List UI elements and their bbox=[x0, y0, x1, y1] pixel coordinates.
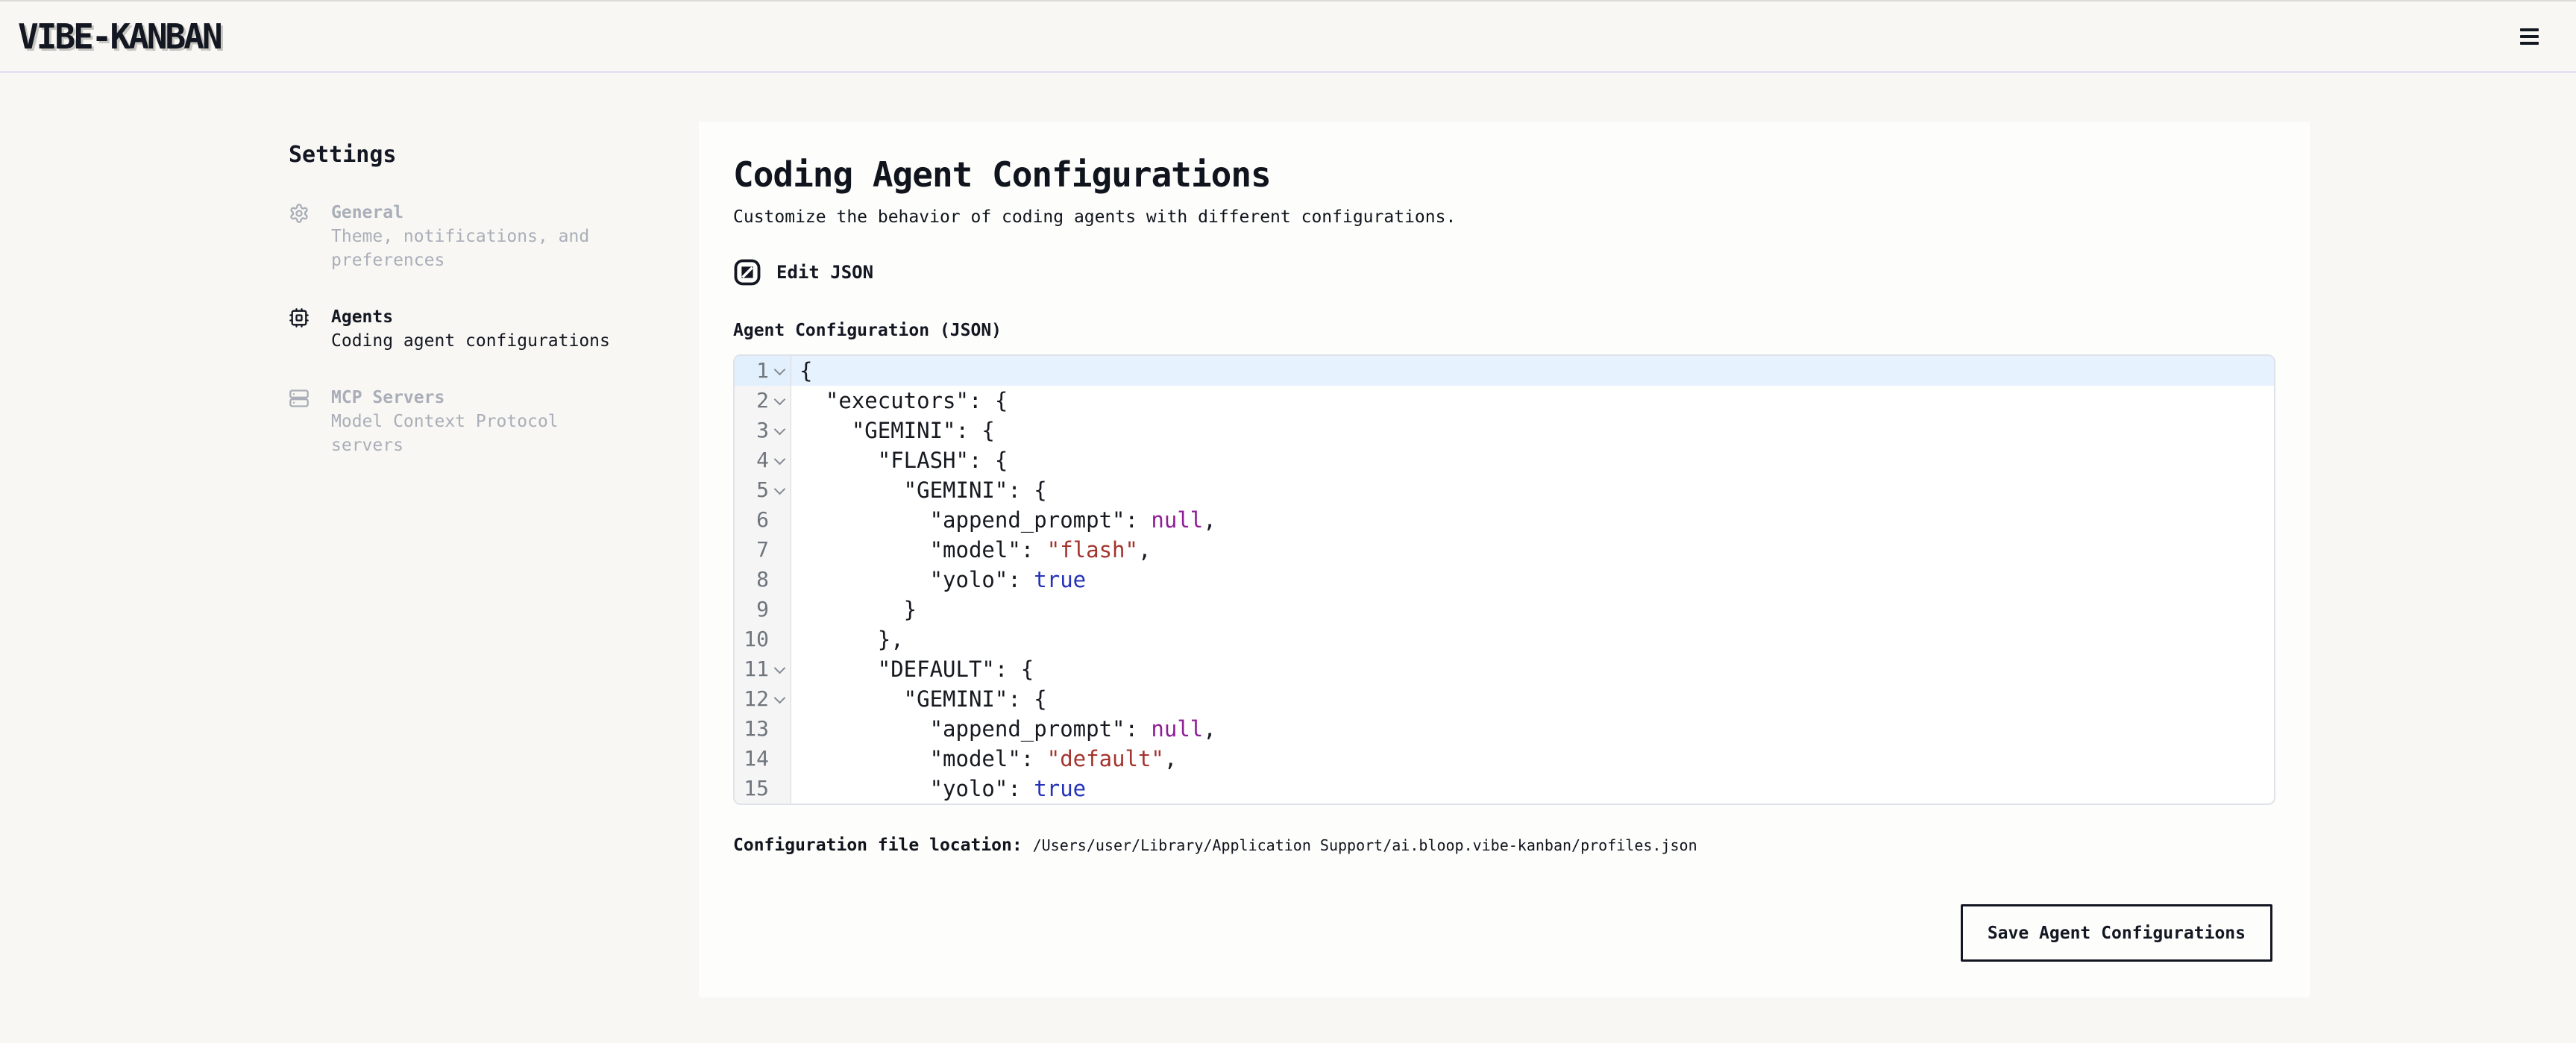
sidebar-item-subtitle: Theme, notifications, and preferences bbox=[331, 227, 590, 270]
config-file-location: Configuration file location: /Users/user… bbox=[733, 833, 2275, 857]
page-title: Coding Agent Configurations bbox=[733, 154, 1272, 195]
line-number: 12 bbox=[744, 686, 769, 711]
line-number: 2 bbox=[756, 388, 769, 413]
code-line-content[interactable]: "GEMINI": { bbox=[791, 684, 2274, 714]
edit-json-label: Edit JSON bbox=[776, 262, 874, 283]
cpu-icon bbox=[289, 307, 310, 328]
fold-chevron-icon[interactable] bbox=[773, 453, 786, 466]
sidebar-title: Settings bbox=[289, 142, 397, 168]
code-line-content[interactable]: "yolo": true bbox=[791, 774, 2274, 804]
code-line[interactable]: 13 "append_prompt": null, bbox=[735, 714, 2274, 744]
settings-nav: General Theme, notifications, and prefer… bbox=[289, 201, 639, 457]
json-editor[interactable]: 1{2 "executors": {3 "GEMINI": {4 "FLASH"… bbox=[733, 354, 2275, 805]
fold-chevron-icon[interactable] bbox=[773, 692, 786, 704]
line-number: 11 bbox=[744, 657, 769, 681]
code-line-content[interactable]: "append_prompt": null, bbox=[791, 505, 2274, 535]
sidebar-item-general[interactable]: General Theme, notifications, and prefer… bbox=[289, 201, 639, 272]
sidebar-item-subtitle: Coding agent configurations bbox=[331, 331, 610, 351]
line-number: 14 bbox=[744, 746, 769, 771]
edit-json-toggle[interactable]: Edit JSON bbox=[733, 256, 873, 289]
editor-gutter-cell: 12 bbox=[735, 684, 791, 714]
code-line-content[interactable]: "append_prompt": null, bbox=[791, 714, 2274, 744]
code-line-content[interactable]: "model": "default", bbox=[791, 744, 2274, 774]
code-line-content[interactable]: } bbox=[791, 595, 2274, 624]
code-line[interactable]: 3 "GEMINI": { bbox=[735, 416, 2274, 445]
code-line[interactable]: 5 "GEMINI": { bbox=[735, 475, 2274, 505]
editor-gutter-cell: 9 bbox=[735, 595, 791, 624]
fold-chevron-icon[interactable] bbox=[773, 483, 786, 495]
line-number: 15 bbox=[744, 776, 769, 801]
sidebar-item-agents[interactable]: Agents Coding agent configurations bbox=[289, 305, 639, 353]
editor-gutter-cell: 14 bbox=[735, 744, 791, 774]
sidebar-item-subtitle: Model Context Protocol servers bbox=[331, 412, 559, 455]
code-line[interactable]: 1{ bbox=[735, 356, 2274, 386]
code-line[interactable]: 12 "GEMINI": { bbox=[735, 684, 2274, 714]
fold-chevron-icon[interactable] bbox=[773, 662, 786, 674]
code-line-content[interactable]: "DEFAULT": { bbox=[791, 654, 2274, 684]
agent-config-panel: Coding Agent Configurations Customize th… bbox=[699, 122, 2310, 997]
editor-gutter-cell: 10 bbox=[735, 624, 791, 654]
editor-gutter-cell: 6 bbox=[735, 505, 791, 535]
line-number: 6 bbox=[756, 507, 769, 532]
hamburger-menu-icon[interactable] bbox=[2520, 28, 2539, 45]
sidebar-item-title: General bbox=[331, 203, 403, 222]
code-line[interactable]: 10 }, bbox=[735, 624, 2274, 654]
code-line-content[interactable]: "executors": { bbox=[791, 386, 2274, 416]
code-line[interactable]: 8 "yolo": true bbox=[735, 565, 2274, 595]
app-logo[interactable]: VIBE-KANBAN bbox=[18, 16, 223, 57]
line-number: 7 bbox=[756, 537, 769, 562]
code-line-content[interactable]: }, bbox=[791, 624, 2274, 654]
gear-icon bbox=[289, 203, 310, 224]
line-number: 13 bbox=[744, 716, 769, 741]
edit-json-icon bbox=[733, 258, 761, 286]
code-line-content[interactable]: "FLASH": { bbox=[791, 445, 2274, 475]
settings-sidebar: Settings General Theme, notifications, a… bbox=[289, 142, 639, 490]
line-number: 8 bbox=[756, 567, 769, 592]
code-line[interactable]: 11 "DEFAULT": { bbox=[735, 654, 2274, 684]
editor-gutter-cell: 1 bbox=[735, 356, 791, 386]
config-file-path: /Users/user/Library/Application Support/… bbox=[1032, 836, 1697, 854]
code-line[interactable]: 7 "model": "flash", bbox=[735, 535, 2274, 565]
editor-gutter-cell: 13 bbox=[735, 714, 791, 744]
code-line-content[interactable]: "yolo": true bbox=[791, 565, 2274, 595]
top-bar: VIBE-KANBAN bbox=[0, 1, 2576, 73]
code-line[interactable]: 9 } bbox=[735, 595, 2274, 624]
code-line[interactable]: 6 "append_prompt": null, bbox=[735, 505, 2274, 535]
editor-gutter-cell: 7 bbox=[735, 535, 791, 565]
line-number: 3 bbox=[756, 418, 769, 442]
editor-gutter-cell: 3 bbox=[735, 416, 791, 445]
code-line-content[interactable]: "GEMINI": { bbox=[791, 475, 2274, 505]
fold-chevron-icon[interactable] bbox=[773, 393, 786, 406]
editor-gutter-cell: 2 bbox=[735, 386, 791, 416]
code-line[interactable]: 4 "FLASH": { bbox=[735, 445, 2274, 475]
editor-gutter-cell: 11 bbox=[735, 654, 791, 684]
line-number: 9 bbox=[756, 597, 769, 621]
editor-gutter-cell: 15 bbox=[735, 774, 791, 804]
editor-gutter-cell: 8 bbox=[735, 565, 791, 595]
fold-chevron-icon[interactable] bbox=[773, 363, 786, 376]
code-line[interactable]: 14 "model": "default", bbox=[735, 744, 2274, 774]
code-line[interactable]: 2 "executors": { bbox=[735, 386, 2274, 416]
editor-label: Agent Configuration (JSON) bbox=[733, 321, 1002, 340]
sidebar-item-mcp-servers[interactable]: MCP Servers Model Context Protocol serve… bbox=[289, 386, 639, 457]
sidebar-item-title: MCP Servers bbox=[331, 388, 445, 407]
save-agent-configurations-button[interactable]: Save Agent Configurations bbox=[1960, 904, 2272, 962]
code-line-content[interactable]: "model": "flash", bbox=[791, 535, 2274, 565]
page-subtitle: Customize the behavior of coding agents … bbox=[733, 207, 1457, 227]
server-icon bbox=[289, 388, 310, 409]
sidebar-item-title: Agents bbox=[331, 307, 394, 327]
config-file-location-label: Configuration file location: bbox=[733, 836, 1022, 855]
line-number: 1 bbox=[756, 358, 769, 383]
editor-gutter-cell: 4 bbox=[735, 445, 791, 475]
editor-gutter-cell: 5 bbox=[735, 475, 791, 505]
line-number: 5 bbox=[756, 477, 769, 502]
line-number: 10 bbox=[744, 627, 769, 651]
fold-chevron-icon[interactable] bbox=[773, 423, 786, 436]
code-line-content[interactable]: { bbox=[791, 356, 2274, 386]
code-line-content[interactable]: "GEMINI": { bbox=[791, 416, 2274, 445]
line-number: 4 bbox=[756, 448, 769, 472]
code-line[interactable]: 15 "yolo": true bbox=[735, 774, 2274, 804]
